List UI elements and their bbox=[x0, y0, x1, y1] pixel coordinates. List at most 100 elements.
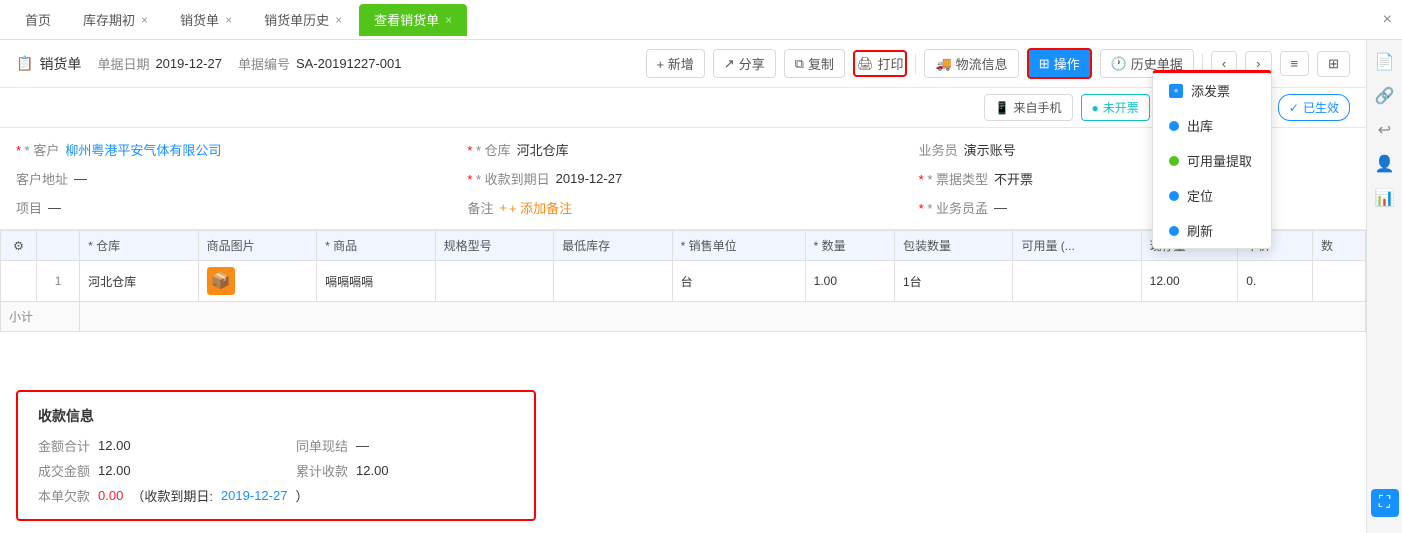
th-gear[interactable]: ⚙ bbox=[1, 231, 37, 261]
product-table-wrapper[interactable]: ⚙ * 仓库 商品图片 * 商品 规格型号 最低库存 * 销售单位 * 数量 包… bbox=[0, 230, 1366, 378]
sidebar-link-icon[interactable]: 🔗 bbox=[1371, 82, 1399, 110]
sidebar-return-icon[interactable]: ↩ bbox=[1371, 116, 1399, 144]
sidebar-expand-icon[interactable]: ⛶ bbox=[1371, 489, 1399, 517]
view-grid-icon: ⊞ bbox=[1328, 56, 1339, 72]
table-row: 1 河北仓库 📦 嗝嗝嗝嗝 台 1.00 1台 12.00 0. bbox=[1, 261, 1366, 302]
tab-inventory-close[interactable]: × bbox=[141, 13, 148, 27]
available-qty-label: 可用量提取 bbox=[1187, 151, 1252, 170]
tab-inventory-label: 库存期初 bbox=[83, 10, 135, 29]
not-open-btn[interactable]: ● 未开票 bbox=[1081, 94, 1150, 121]
customer-label: * 客户 bbox=[16, 140, 59, 159]
operation-btn-label: 操作 bbox=[1054, 54, 1080, 73]
logistics-btn[interactable]: 🚚 物流信息 bbox=[924, 49, 1018, 78]
dropdown-refresh[interactable]: 刷新 bbox=[1153, 213, 1271, 248]
tab-view-sales-close[interactable]: × bbox=[445, 13, 452, 27]
td-warehouse: 河北仓库 bbox=[80, 261, 198, 302]
staff-field: 业务员 演示账号 bbox=[919, 140, 1350, 159]
add-invoice-label: 添发票 bbox=[1191, 81, 1230, 100]
tab-sales-order-close[interactable]: × bbox=[225, 13, 232, 27]
doc-title-text: 销货单 bbox=[39, 54, 81, 74]
refresh-label: 刷新 bbox=[1187, 221, 1213, 240]
customer-field: * 客户 柳州粤港平安气体有限公司 bbox=[16, 140, 447, 159]
address-value: — bbox=[74, 171, 87, 186]
th-amount: 数 bbox=[1313, 231, 1366, 261]
view-list-btn[interactable]: ≡ bbox=[1280, 51, 1310, 76]
payment-date-value: 2019-12-27 bbox=[556, 171, 623, 186]
product-image: 📦 bbox=[207, 267, 235, 295]
td-pack-qty: 1台 bbox=[894, 261, 1012, 302]
doc-number-meta: 单据编号 SA-20191227-001 bbox=[238, 54, 402, 73]
staff2-label: * 业务员孟 bbox=[919, 198, 988, 217]
close-window-btn[interactable]: × bbox=[1383, 11, 1392, 29]
add-note-label: + 添加备注 bbox=[509, 198, 572, 217]
tab-view-sales[interactable]: 查看销货单 × bbox=[359, 4, 467, 36]
view-grid-btn[interactable]: ⊞ bbox=[1317, 51, 1350, 77]
payment-date-field: * 收款到期日 2019-12-27 bbox=[467, 169, 898, 188]
td-img: 📦 bbox=[198, 261, 316, 302]
position-label: 定位 bbox=[1187, 186, 1213, 205]
share-btn-label: 分享 bbox=[739, 54, 765, 73]
th-unit: * 销售单位 bbox=[672, 231, 805, 261]
project-value: — bbox=[48, 200, 61, 215]
cumulative-label: 累计收款 bbox=[296, 461, 348, 480]
payment-grid: 金额合计 12.00 同单现结 — 成交金额 12.00 累计收款 12.00 … bbox=[38, 436, 514, 505]
same-order-value: — bbox=[356, 438, 369, 453]
toolbar-sep1 bbox=[915, 54, 916, 74]
td-qty: 1.00 bbox=[805, 261, 894, 302]
customer-value[interactable]: 柳州粤港平安气体有限公司 bbox=[65, 140, 221, 159]
add-invoice-icon: + bbox=[1169, 84, 1183, 98]
address-field: 客户地址 — bbox=[16, 169, 447, 188]
tab-sales-history-close[interactable]: × bbox=[335, 13, 342, 27]
sidebar-doc-icon[interactable]: 📄 bbox=[1371, 48, 1399, 76]
deal-amount-value: 12.00 bbox=[98, 463, 131, 478]
tab-home[interactable]: 首页 bbox=[10, 4, 66, 36]
dropdown-position[interactable]: 定位 bbox=[1153, 178, 1271, 213]
copy-btn[interactable]: ⧉ 复制 bbox=[784, 49, 845, 78]
amount-total-value: 12.00 bbox=[98, 438, 131, 453]
tab-view-sales-label: 查看销货单 bbox=[374, 10, 439, 29]
effect-icon: ✓ bbox=[1289, 101, 1299, 115]
dropdown-available-qty[interactable]: 可用量提取 bbox=[1153, 143, 1271, 178]
deal-amount-label: 成交金额 bbox=[38, 461, 90, 480]
tab-sales-order[interactable]: 销货单 × bbox=[165, 4, 247, 36]
print-btn[interactable]: 🖨 打印 bbox=[853, 50, 908, 77]
operation-dropdown: + 添发票 出库 可用量提取 定位 刷新 bbox=[1152, 70, 1272, 249]
sidebar-chart-icon[interactable]: 📊 bbox=[1371, 184, 1399, 212]
doc-date-meta: 单据日期 2019-12-27 bbox=[97, 54, 222, 73]
th-min-stock: 最低库存 bbox=[554, 231, 672, 261]
tab-home-label: 首页 bbox=[25, 10, 51, 29]
right-sidebar: 📄 🔗 ↩ 👤 📊 ⛶ bbox=[1366, 40, 1402, 533]
mobile-btn[interactable]: 📱 来自手机 bbox=[984, 94, 1073, 121]
staff-value: 演示账号 bbox=[964, 140, 1016, 159]
share-btn[interactable]: ↗ 分享 bbox=[713, 49, 776, 78]
tab-sales-history-label: 销货单历史 bbox=[264, 10, 329, 29]
this-order-value: 0.00 bbox=[98, 488, 123, 503]
copy-btn-label: 复制 bbox=[808, 54, 834, 73]
th-spec: 规格型号 bbox=[435, 231, 553, 261]
project-label: 项目 bbox=[16, 198, 42, 217]
add-note-btn[interactable]: + + 添加备注 bbox=[499, 198, 572, 217]
effect-status[interactable]: ✓ 已生效 bbox=[1278, 94, 1350, 121]
payment-same-order: 同单现结 — bbox=[296, 436, 514, 455]
tab-inventory-init[interactable]: 库存期初 × bbox=[68, 4, 163, 36]
tab-sales-history[interactable]: 销货单历史 × bbox=[249, 4, 357, 36]
operation-btn[interactable]: ⊞ 操作 bbox=[1027, 48, 1092, 79]
dropdown-outbound[interactable]: 出库 bbox=[1153, 108, 1271, 143]
note-label: 备注 bbox=[467, 198, 493, 217]
payment-date-label: * 收款到期日 bbox=[467, 169, 549, 188]
new-btn[interactable]: + 新增 bbox=[646, 49, 705, 78]
td-num: 1 bbox=[37, 261, 80, 302]
this-order-label: 本单欠款 bbox=[38, 486, 90, 505]
th-num bbox=[37, 231, 80, 261]
add-note-icon: + bbox=[499, 200, 507, 215]
copy-icon: ⧉ bbox=[795, 56, 804, 72]
doc-title-icon: 📋 bbox=[16, 55, 33, 72]
sidebar-user-icon[interactable]: 👤 bbox=[1371, 150, 1399, 178]
th-img: 商品图片 bbox=[198, 231, 316, 261]
staff2-value: — bbox=[994, 200, 1007, 215]
td-price: 0. bbox=[1238, 261, 1313, 302]
warehouse-label: * 仓库 bbox=[467, 140, 510, 159]
project-field: 项目 — bbox=[16, 198, 447, 217]
payment-amount-total: 金额合计 12.00 bbox=[38, 436, 256, 455]
dropdown-add-invoice[interactable]: + 添发票 bbox=[1153, 73, 1271, 108]
